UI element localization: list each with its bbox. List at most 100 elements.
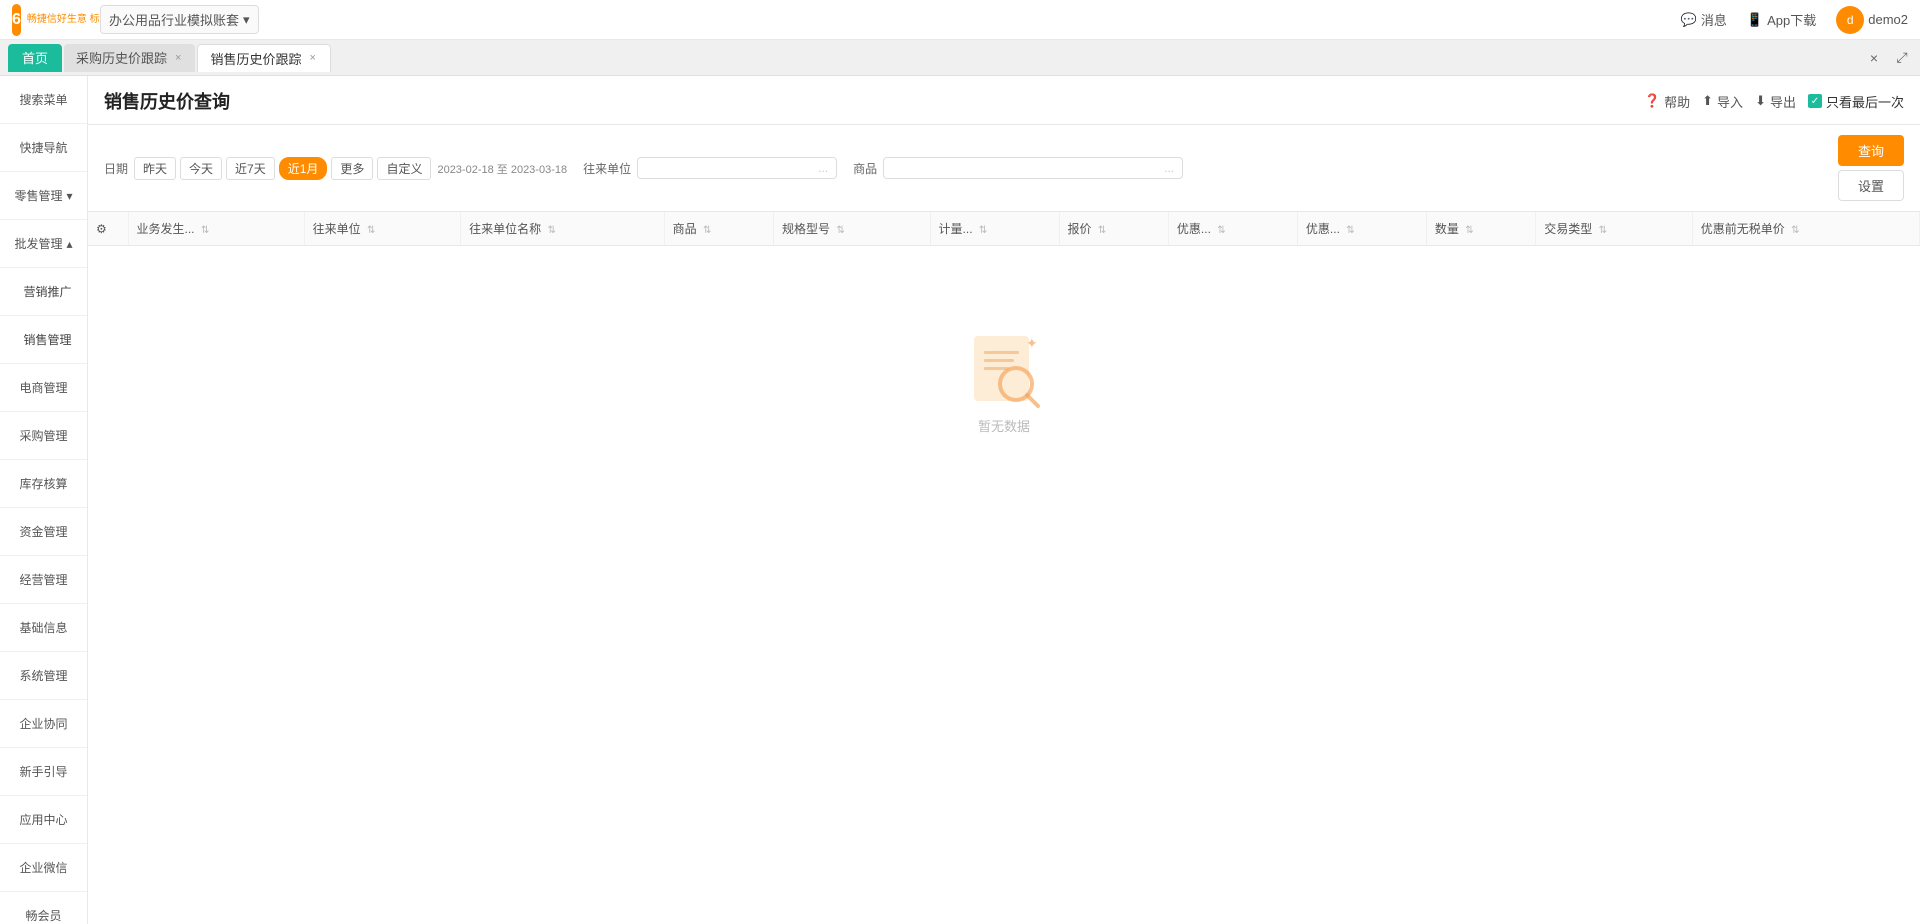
capital-label: 资金管理 — [19, 523, 67, 540]
data-table: ⚙ 业务发生... ⇅ 往来单位 ⇅ 往来单位名称 ⇅ 商品 ⇅ 规格型号 ⇅ … — [88, 212, 1920, 246]
tab-purchase-close[interactable]: × — [173, 51, 183, 65]
sidebar-item-system[interactable]: 系统管理 — [0, 652, 87, 700]
tab-sales-close[interactable]: × — [307, 51, 317, 65]
goods-dots: ... — [1164, 161, 1174, 175]
message-icon: 💬 — [1681, 12, 1697, 28]
import-icon: ⬆ — [1702, 93, 1713, 109]
tab-sales-label: 销售历史价跟踪 — [210, 49, 301, 68]
sidebar-item-search[interactable]: 搜索菜单 — [0, 76, 87, 124]
sidebar-item-inventory[interactable]: 库存核算 — [0, 460, 87, 508]
sidebar-item-sales-mgmt[interactable]: 销售管理 — [0, 316, 87, 364]
date-btn-1month[interactable]: 近1月 — [279, 157, 328, 180]
sidebar-item-wholesale[interactable]: 批发管理 ▴ — [0, 220, 87, 268]
account-selector[interactable]: 办公用品行业模拟账套 ▾ — [100, 5, 259, 34]
sidebar-item-retail[interactable]: 零售管理 ▾ — [0, 172, 87, 220]
checkbox-icon: ✓ — [1808, 94, 1822, 108]
th-discount2[interactable]: 优惠... ⇅ — [1297, 212, 1426, 246]
tab-sales[interactable]: 销售历史价跟踪 × — [197, 44, 330, 72]
tab-bar: 首页 采购历史价跟踪 × 销售历史价跟踪 × × ⤢ — [0, 40, 1920, 76]
sidebar-item-quick-nav[interactable]: 快捷导航 — [0, 124, 87, 172]
settings-button[interactable]: 设置 — [1838, 170, 1904, 201]
sidebar-item-marketing[interactable]: 营销推广 — [0, 268, 87, 316]
page-header: 销售历史价查询 ❓ 帮助 ⬆ 导入 ⬇ 导出 ✓ — [88, 76, 1920, 125]
sidebar-item-guide[interactable]: 新手引导 — [0, 748, 87, 796]
sidebar-item-capital[interactable]: 资金管理 — [0, 508, 87, 556]
date-btn-today[interactable]: 今天 — [180, 157, 222, 180]
user-menu[interactable]: d demo2 — [1836, 6, 1908, 34]
app-download-button[interactable]: 📱 App下载 — [1747, 10, 1816, 29]
th-settings[interactable]: ⚙ — [88, 212, 128, 246]
date-btn-custom[interactable]: 自定义 — [377, 157, 431, 180]
sidebar-item-ecommerce[interactable]: 电商管理 — [0, 364, 87, 412]
counterpart-input[interactable]: ... — [637, 157, 837, 179]
sidebar-item-app-center[interactable]: 应用中心 — [0, 796, 87, 844]
th-goods[interactable]: 商品 ⇅ — [664, 212, 773, 246]
filter-actions: 查询 设置 — [1838, 135, 1904, 201]
th-biz-date[interactable]: 业务发生... ⇅ — [128, 212, 304, 246]
basic-info-label: 基础信息 — [19, 619, 67, 636]
th-discount1[interactable]: 优惠... ⇅ — [1168, 212, 1297, 246]
sidebar-item-basic-info[interactable]: 基础信息 — [0, 604, 87, 652]
search-label: 搜索菜单 — [19, 91, 67, 108]
th-trade-type[interactable]: 交易类型 ⇅ — [1536, 212, 1692, 246]
th-quote[interactable]: 报价 ⇅ — [1059, 212, 1168, 246]
sidebar-item-operations[interactable]: 经营管理 — [0, 556, 87, 604]
help-label: 帮助 — [1664, 92, 1690, 111]
main-layout: 搜索菜单 快捷导航 零售管理 ▾ 批发管理 ▴ 营销推广 销售管理 电商管理 采… — [0, 76, 1920, 924]
search-button[interactable]: 查询 — [1838, 135, 1904, 166]
page-actions: ❓ 帮助 ⬆ 导入 ⬇ 导出 ✓ 只看最后一次 — [1644, 92, 1904, 111]
th-pretax-price[interactable]: 优惠前无税单价 ⇅ — [1692, 212, 1919, 246]
operations-label: 经营管理 — [19, 571, 67, 588]
date-quick-btns: 昨天 今天 近7天 近1月 更多 自定义 — [134, 157, 431, 180]
date-btn-yesterday[interactable]: 昨天 — [134, 157, 176, 180]
system-label: 系统管理 — [19, 667, 67, 684]
export-icon: ⬇ — [1755, 93, 1766, 109]
last-only-label: 只看最后一次 — [1826, 92, 1904, 111]
inventory-label: 库存核算 — [19, 475, 67, 492]
tab-bar-right: × ⤢ — [1864, 48, 1912, 68]
guide-label: 新手引导 — [19, 763, 67, 780]
content-area: 销售历史价查询 ❓ 帮助 ⬆ 导入 ⬇ 导出 ✓ — [88, 76, 1920, 924]
last-only-checkbox[interactable]: ✓ 只看最后一次 — [1808, 92, 1904, 111]
date-btn-7days[interactable]: 近7天 — [226, 157, 275, 180]
th-counterpart-name[interactable]: 往来单位名称 ⇅ — [461, 212, 665, 246]
sidebar-item-wechat[interactable]: 企业微信 — [0, 844, 87, 892]
export-button[interactable]: ⬇ 导出 — [1755, 92, 1796, 111]
date-range-text: 2023-02-18 至 2023-03-18 — [437, 161, 567, 177]
close-all-button[interactable]: × — [1864, 48, 1884, 68]
th-counterpart[interactable]: 往来单位 ⇅ — [304, 212, 460, 246]
sidebar-item-cooperation[interactable]: 企业协同 — [0, 700, 87, 748]
counterpart-filter-group: 往来单位 ... — [583, 157, 837, 179]
goods-input[interactable]: ... — [883, 157, 1183, 179]
phone-icon: 📱 — [1747, 12, 1763, 28]
tab-home-label: 首页 — [22, 48, 48, 67]
page-title: 销售历史价查询 — [104, 88, 230, 114]
empty-illustration: ✦ — [954, 326, 1054, 416]
counterpart-dots: ... — [818, 161, 828, 175]
th-spec[interactable]: 规格型号 ⇅ — [774, 212, 930, 246]
sidebar-item-purchase[interactable]: 采购管理 — [0, 412, 87, 460]
top-bar-right: 💬 消息 📱 App下载 d demo2 — [1681, 6, 1908, 34]
export-label: 导出 — [1770, 92, 1796, 111]
th-quantity[interactable]: 数量 ⇅ — [1426, 212, 1535, 246]
avatar: d — [1836, 6, 1864, 34]
tab-purchase[interactable]: 采购历史价跟踪 × — [64, 44, 195, 72]
maximize-button[interactable]: ⤢ — [1892, 48, 1912, 68]
goods-label: 商品 — [853, 160, 877, 177]
svg-text:✦: ✦ — [1026, 335, 1038, 351]
wholesale-label: 批发管理 — [14, 235, 62, 252]
top-bar: 6 畅捷信好生意 标准版 办公用品行业模拟账套 ▾ 💬 消息 📱 App下载 d… — [0, 0, 1920, 40]
marketing-label: 营销推广 — [23, 283, 71, 300]
import-button[interactable]: ⬆ 导入 — [1702, 92, 1743, 111]
tab-purchase-label: 采购历史价跟踪 — [76, 48, 167, 67]
tab-home[interactable]: 首页 — [8, 44, 62, 72]
table-head: ⚙ 业务发生... ⇅ 往来单位 ⇅ 往来单位名称 ⇅ 商品 ⇅ 规格型号 ⇅ … — [88, 212, 1920, 246]
date-btn-more[interactable]: 更多 — [331, 157, 373, 180]
date-label: 日期 — [104, 160, 128, 177]
message-button[interactable]: 💬 消息 — [1681, 10, 1727, 29]
th-unit[interactable]: 计量... ⇅ — [930, 212, 1059, 246]
help-button[interactable]: ❓ 帮助 — [1644, 92, 1690, 111]
sidebar-item-membership[interactable]: 畅会员 — [0, 892, 87, 924]
wechat-label: 企业微信 — [19, 859, 67, 876]
membership-label: 畅会员 — [25, 907, 61, 924]
